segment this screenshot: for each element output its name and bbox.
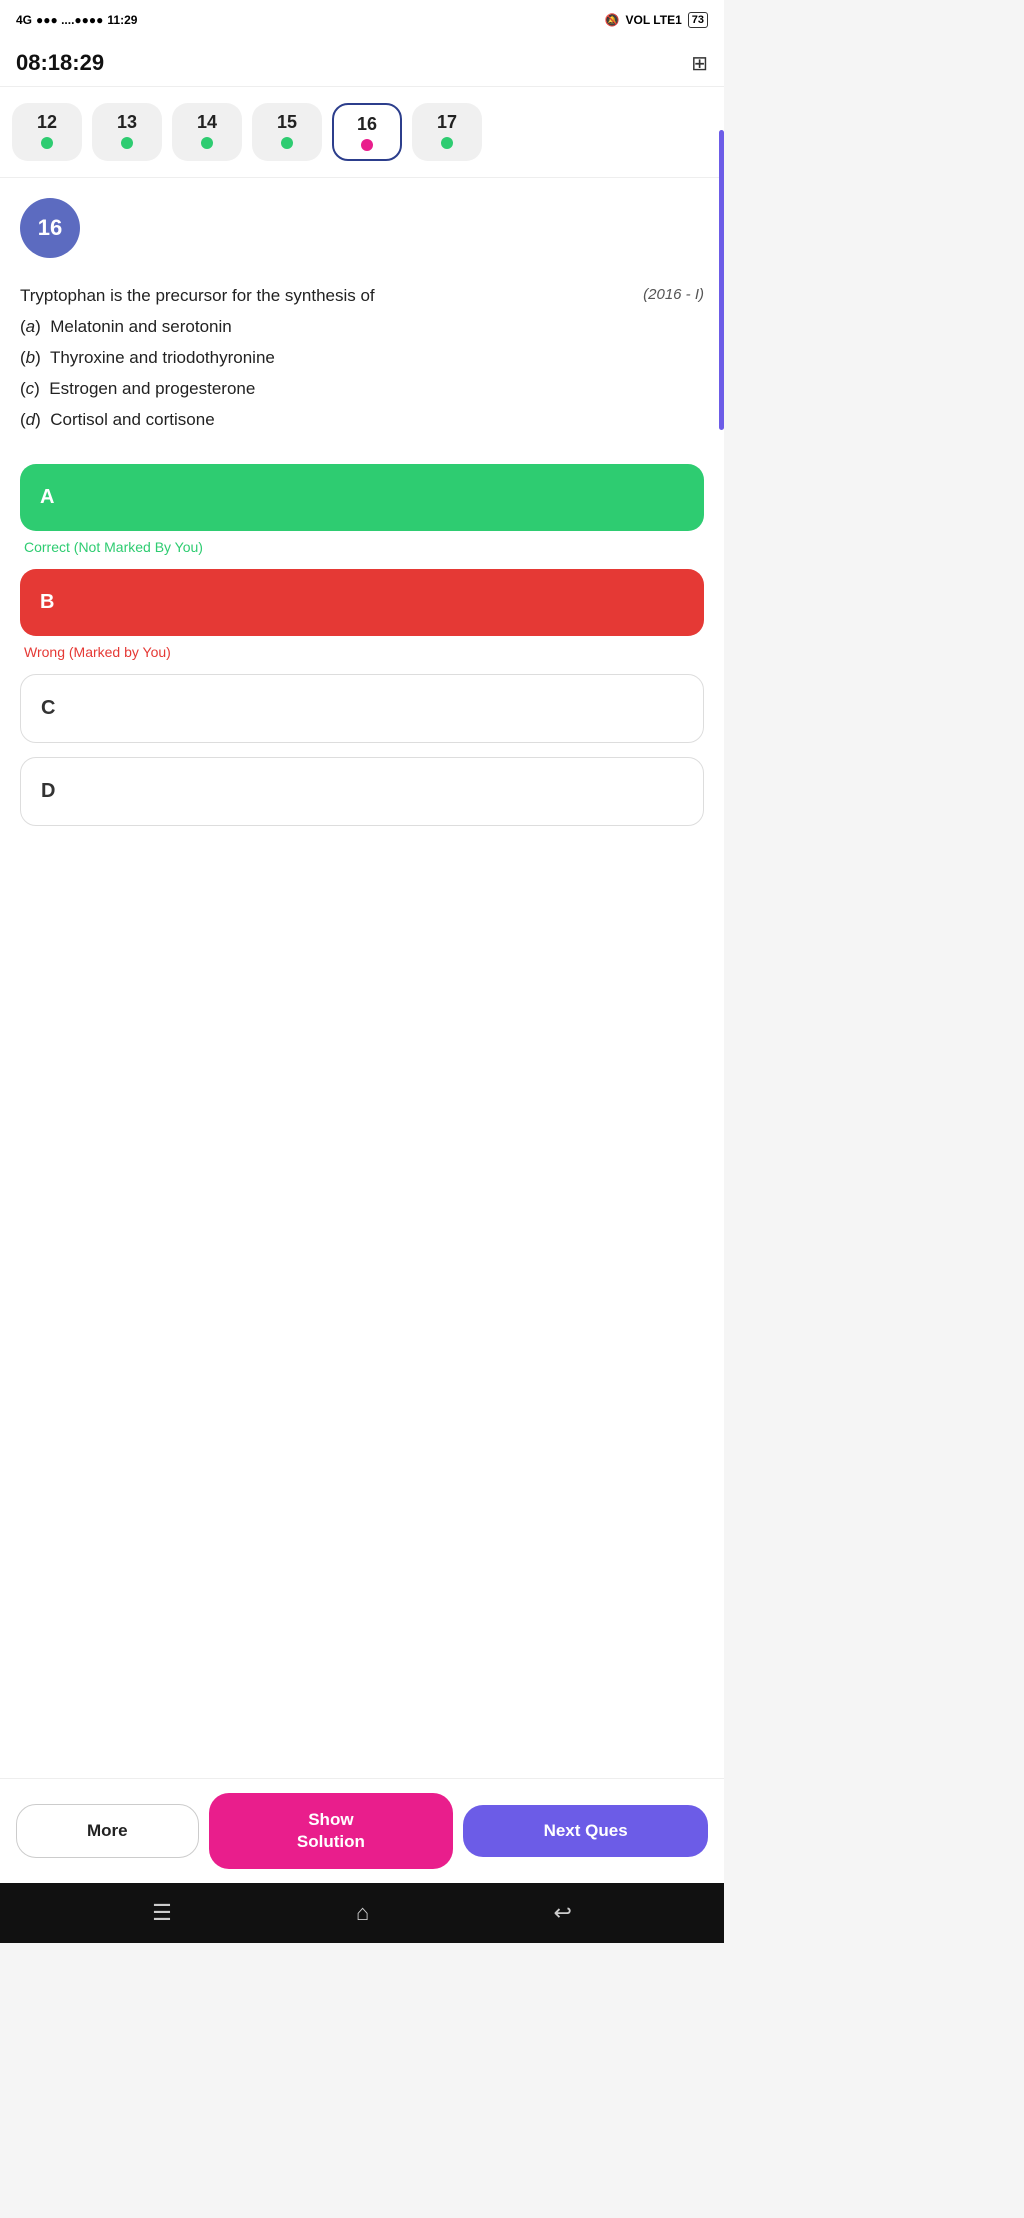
answer-option-c[interactable]: C [20, 674, 704, 743]
nav-dot-13 [121, 137, 133, 149]
top-bar: 08:18:29 ⊞ [0, 40, 724, 87]
session-timer: 08:18:29 [16, 50, 104, 76]
nav-item-17[interactable]: 17 [412, 103, 482, 161]
answer-a-status-label: Correct (Not Marked By You) [24, 539, 704, 555]
answer-option-b[interactable]: B [20, 569, 704, 636]
mute-icon: 🔕 [605, 13, 620, 27]
status-bar: 4G ●●● ....●●●● 11:29 🔕 VOL LTE1 73 [0, 0, 724, 40]
option-d-text: (d) Cortisol and cortisone [20, 406, 704, 435]
question-stem: Tryptophan is the precursor for the synt… [20, 286, 375, 305]
nav-dot-14 [201, 137, 213, 149]
vol-lte-indicator: VOL LTE1 [626, 13, 682, 27]
hamburger-icon[interactable]: ☰ [152, 1900, 172, 1926]
nav-dot-17 [441, 137, 453, 149]
back-icon[interactable]: ↩ [553, 1900, 571, 1926]
answer-section: A Correct (Not Marked By You) B Wrong (M… [20, 464, 704, 826]
show-solution-button[interactable]: ShowSolution [209, 1793, 454, 1869]
nav-dot-15 [281, 137, 293, 149]
nav-dot-16 [361, 139, 373, 151]
answer-b-status-label: Wrong (Marked by You) [24, 644, 704, 660]
bottom-action-bar: More ShowSolution Next Ques [0, 1778, 724, 1883]
home-icon[interactable]: ⌂ [356, 1900, 369, 1926]
answer-option-d[interactable]: D [20, 757, 704, 826]
next-question-button[interactable]: Next Ques [463, 1805, 708, 1857]
option-b-text: (b) Thyroxine and triodothyronine [20, 344, 704, 373]
answer-option-a[interactable]: A [20, 464, 704, 531]
question-number-badge: 16 [20, 198, 80, 258]
nav-item-12[interactable]: 12 [12, 103, 82, 161]
nav-item-14[interactable]: 14 [172, 103, 242, 161]
option-c-text: (c) Estrogen and progesterone [20, 375, 704, 404]
signal-bars: ●●● ....●●●● [36, 13, 103, 27]
android-nav-bar: ☰ ⌂ ↩ [0, 1883, 724, 1943]
option-a-text: (a) Melatonin and serotonin [20, 313, 704, 342]
nav-item-16[interactable]: 16 [332, 103, 402, 161]
status-time: 11:29 [107, 13, 137, 27]
nav-item-15[interactable]: 15 [252, 103, 322, 161]
question-navigation: 12 13 14 15 16 17 [0, 87, 724, 178]
main-content: 16 Tryptophan is the precursor for the s… [0, 178, 724, 1778]
question-text: Tryptophan is the precursor for the synt… [20, 282, 704, 434]
status-left: 4G ●●● ....●●●● 11:29 [16, 13, 137, 27]
scroll-indicator [719, 130, 724, 430]
nav-item-13[interactable]: 13 [92, 103, 162, 161]
battery-indicator: 73 [688, 12, 708, 28]
nav-dot-12 [41, 137, 53, 149]
network-indicator: 4G [16, 13, 32, 27]
status-right: 🔕 VOL LTE1 73 [605, 12, 708, 28]
grid-icon[interactable]: ⊞ [691, 51, 708, 76]
more-button[interactable]: More [16, 1804, 199, 1858]
question-year: (2016 - I) [643, 282, 704, 308]
